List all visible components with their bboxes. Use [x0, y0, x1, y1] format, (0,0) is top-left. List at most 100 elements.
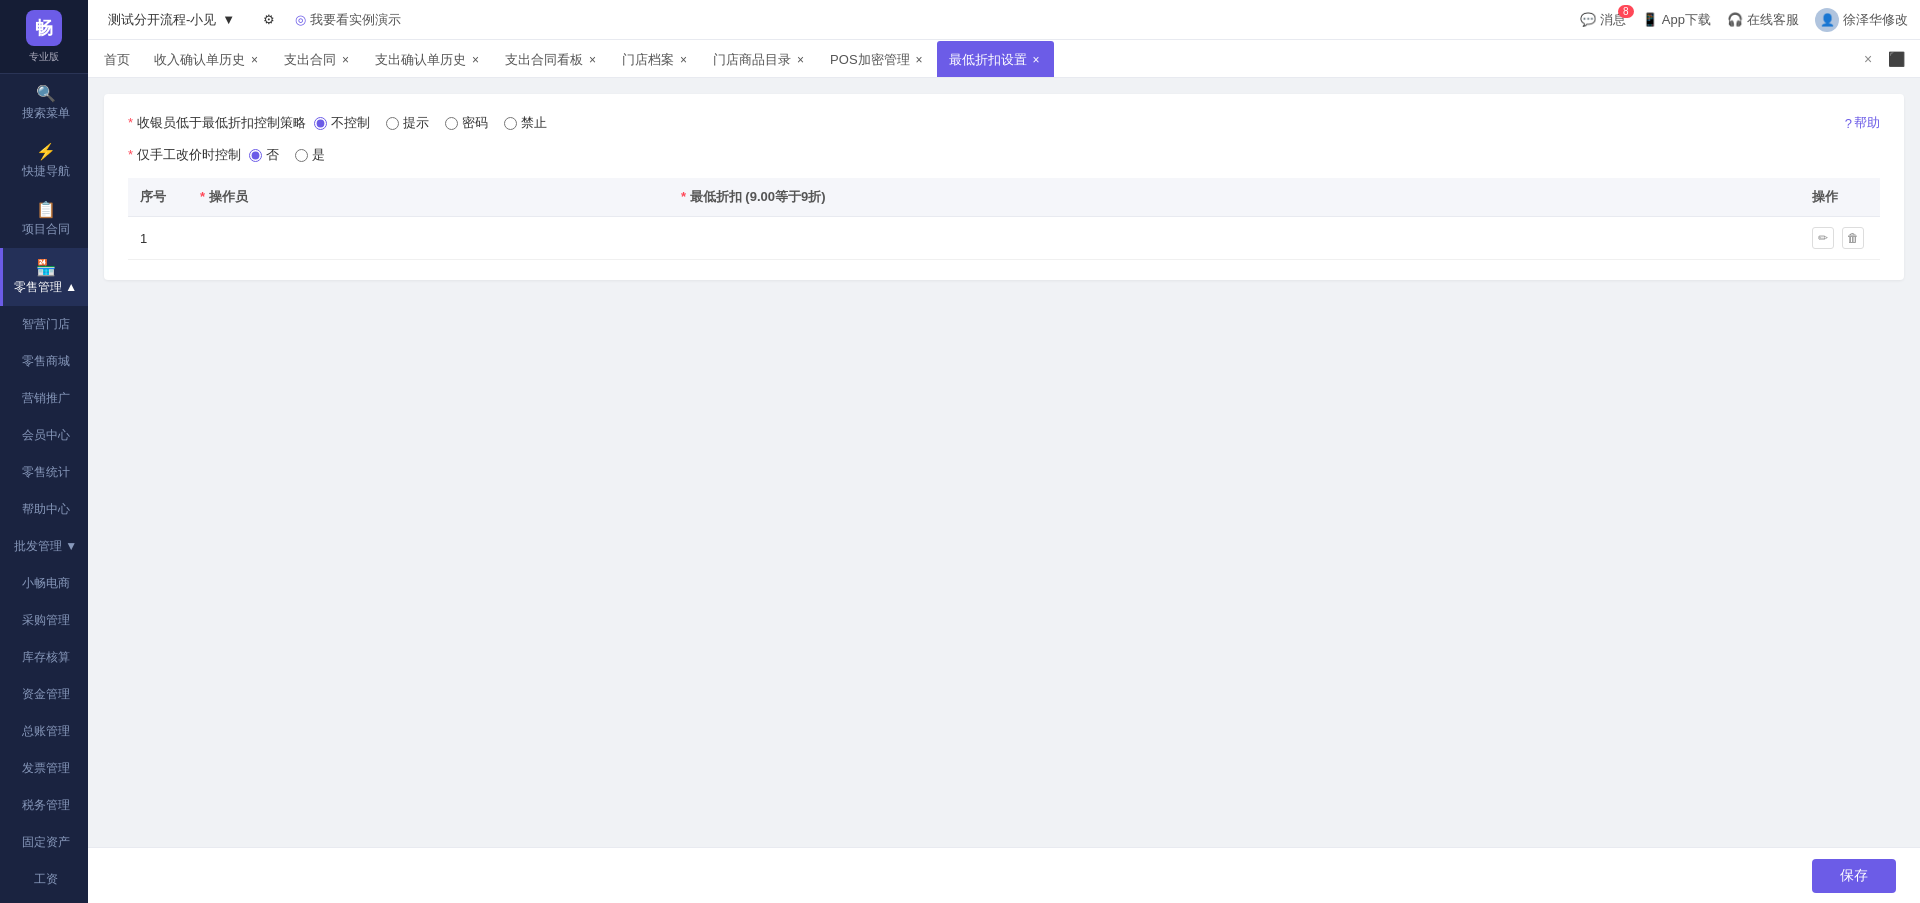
demo-link[interactable]: ◎ 我要看实例演示	[295, 11, 401, 29]
demo-label: 我要看实例演示	[310, 11, 401, 29]
online-service-label: 在线客服	[1747, 11, 1799, 29]
manual-price-label: 仅手工改价时控制	[128, 146, 241, 164]
tab-label: 最低折扣设置	[949, 51, 1027, 69]
sidebar-item-ledger[interactable]: 总账管理	[0, 713, 88, 750]
gear-icon: ⚙	[263, 12, 275, 27]
app-download-button[interactable]: 📱 App下载	[1642, 11, 1711, 29]
sidebar-item-label: 库存核算	[22, 649, 70, 666]
sidebar-item-wholesale[interactable]: 批发管理 ▼	[0, 528, 88, 565]
tab-payment-contract[interactable]: 支出合同 ×	[272, 41, 363, 77]
user-name: 徐泽华修改	[1843, 11, 1908, 29]
sidebar-item-marketing[interactable]: 营销推广	[0, 380, 88, 417]
sidebar-item-label: 总账管理	[22, 723, 70, 740]
app-version: 专业版	[29, 50, 59, 63]
save-button[interactable]: 保存	[1812, 859, 1896, 893]
radio-remind-input[interactable]	[386, 117, 399, 130]
sidebar-item-salary[interactable]: 工资	[0, 861, 88, 898]
tab-home[interactable]: 首页	[92, 41, 142, 77]
page-area: 收银员低于最低折扣控制策略 不控制 提示 密码	[88, 78, 1920, 847]
strategy-row: 收银员低于最低折扣控制策略 不控制 提示 密码	[128, 114, 1880, 132]
app-logo: 畅 专业版	[0, 0, 88, 74]
radio-password-input[interactable]	[445, 117, 458, 130]
tab-close-icon[interactable]: ×	[340, 52, 351, 68]
radio-yes[interactable]: 是	[295, 146, 325, 164]
settings-icon[interactable]: ⚙	[0, 898, 88, 903]
tab-label: 门店商品目录	[713, 51, 791, 69]
tab-label: POS加密管理	[830, 51, 909, 69]
sidebar-item-label: 营销推广	[22, 390, 70, 407]
sidebar-item-invoice[interactable]: 发票管理	[0, 750, 88, 787]
cell-actions: ✏ 🗑	[1800, 217, 1880, 260]
message-badge: 8	[1618, 5, 1634, 18]
tab-payment-history[interactable]: 支出确认单历史 ×	[363, 41, 493, 77]
sidebar-item-tax[interactable]: 税务管理	[0, 787, 88, 824]
radio-ban[interactable]: 禁止	[504, 114, 547, 132]
strategy-radio-group: 不控制 提示 密码 禁止	[314, 114, 547, 132]
sidebar-item-purchase[interactable]: 采购管理	[0, 602, 88, 639]
radio-no-control[interactable]: 不控制	[314, 114, 370, 132]
help-link[interactable]: ? 帮助	[1845, 114, 1880, 132]
radio-remind[interactable]: 提示	[386, 114, 429, 132]
radio-password-label: 密码	[462, 114, 488, 132]
sidebar-item-shortcut[interactable]: ⚡ 快捷导航	[0, 132, 88, 190]
sidebar-item-finance[interactable]: 资金管理	[0, 676, 88, 713]
col-operator: 操作员	[188, 178, 669, 217]
sidebar-item-search[interactable]: 🔍 搜索菜单	[0, 74, 88, 132]
radio-no-control-input[interactable]	[314, 117, 327, 130]
tab-label: 支出合同	[284, 51, 336, 69]
tab-store-catalog[interactable]: 门店商品目录 ×	[701, 41, 818, 77]
sidebar-item-inventory[interactable]: 库存核算	[0, 639, 88, 676]
radio-yes-input[interactable]	[295, 149, 308, 162]
tab-close-icon[interactable]: ×	[795, 52, 806, 68]
online-service-button[interactable]: 🎧 在线客服	[1727, 11, 1799, 29]
tab-min-discount[interactable]: 最低折扣设置 ×	[937, 41, 1054, 77]
edit-row-button[interactable]: ✏	[1812, 227, 1834, 249]
tab-close-icon[interactable]: ×	[678, 52, 689, 68]
sidebar-item-help[interactable]: 帮助中心	[0, 491, 88, 528]
radio-ban-label: 禁止	[521, 114, 547, 132]
radio-no-input[interactable]	[249, 149, 262, 162]
circle-icon: ◎	[295, 12, 306, 27]
delete-row-button[interactable]: 🗑	[1842, 227, 1864, 249]
tab-income-history[interactable]: 收入确认单历史 ×	[142, 41, 272, 77]
tab-menu-button[interactable]: ⬛	[1884, 47, 1908, 71]
sidebar-item-ecommerce[interactable]: 小畅电商	[0, 565, 88, 602]
sidebar-item-retail-stats[interactable]: 零售统计	[0, 454, 88, 491]
tab-close-all-button[interactable]: ×	[1856, 47, 1880, 71]
radio-no[interactable]: 否	[249, 146, 279, 164]
sidebar-item-retail-shop[interactable]: 零售商城	[0, 343, 88, 380]
tab-close-icon[interactable]: ×	[1031, 52, 1042, 68]
user-menu[interactable]: 👤 徐泽华修改	[1815, 8, 1908, 32]
manual-price-radio-group: 否 是	[249, 146, 325, 164]
help-icon: ?	[1845, 116, 1852, 131]
tab-pos-password[interactable]: POS加密管理 ×	[818, 41, 936, 77]
tab-payment-board[interactable]: 支出合同看板 ×	[493, 41, 610, 77]
sidebar-item-label: 小畅电商	[22, 575, 70, 592]
sidebar-item-label: 快捷导航	[22, 163, 70, 180]
tab-store-archive[interactable]: 门店档案 ×	[610, 41, 701, 77]
tab-close-icon[interactable]: ×	[249, 52, 260, 68]
sidebar-item-assets[interactable]: 固定资产	[0, 824, 88, 861]
download-icon: 📱	[1642, 12, 1658, 27]
messages-button[interactable]: 💬 消息 8	[1580, 11, 1626, 29]
cell-operator	[188, 217, 669, 260]
cell-seq: 1	[128, 217, 188, 260]
project-name: 测试分开流程-小见	[108, 11, 216, 29]
sidebar-item-project[interactable]: 📋 项目合同	[0, 190, 88, 248]
main-content: 测试分开流程-小见 ▼ ⚙ ◎ 我要看实例演示 💬 消息 8 📱 App下载 🎧…	[88, 0, 1920, 903]
tab-label: 支出确认单历史	[375, 51, 466, 69]
sidebar-item-smart-store[interactable]: 智营门店	[0, 306, 88, 343]
sidebar-item-member[interactable]: 会员中心	[0, 417, 88, 454]
tab-close-icon[interactable]: ×	[914, 52, 925, 68]
message-icon: 💬	[1580, 12, 1596, 27]
sidebar-item-label: 批发管理 ▼	[14, 538, 77, 555]
shortcut-icon: ⚡	[36, 142, 56, 161]
settings-config[interactable]: ⚙	[255, 8, 283, 31]
tab-close-icon[interactable]: ×	[470, 52, 481, 68]
tab-close-icon[interactable]: ×	[587, 52, 598, 68]
project-selector[interactable]: 测试分开流程-小见 ▼	[100, 7, 243, 33]
topbar-actions: 💬 消息 8 📱 App下载 🎧 在线客服 👤 徐泽华修改	[1580, 8, 1908, 32]
radio-ban-input[interactable]	[504, 117, 517, 130]
sidebar-item-retail[interactable]: 🏪 零售管理 ▲	[0, 248, 88, 306]
radio-password[interactable]: 密码	[445, 114, 488, 132]
